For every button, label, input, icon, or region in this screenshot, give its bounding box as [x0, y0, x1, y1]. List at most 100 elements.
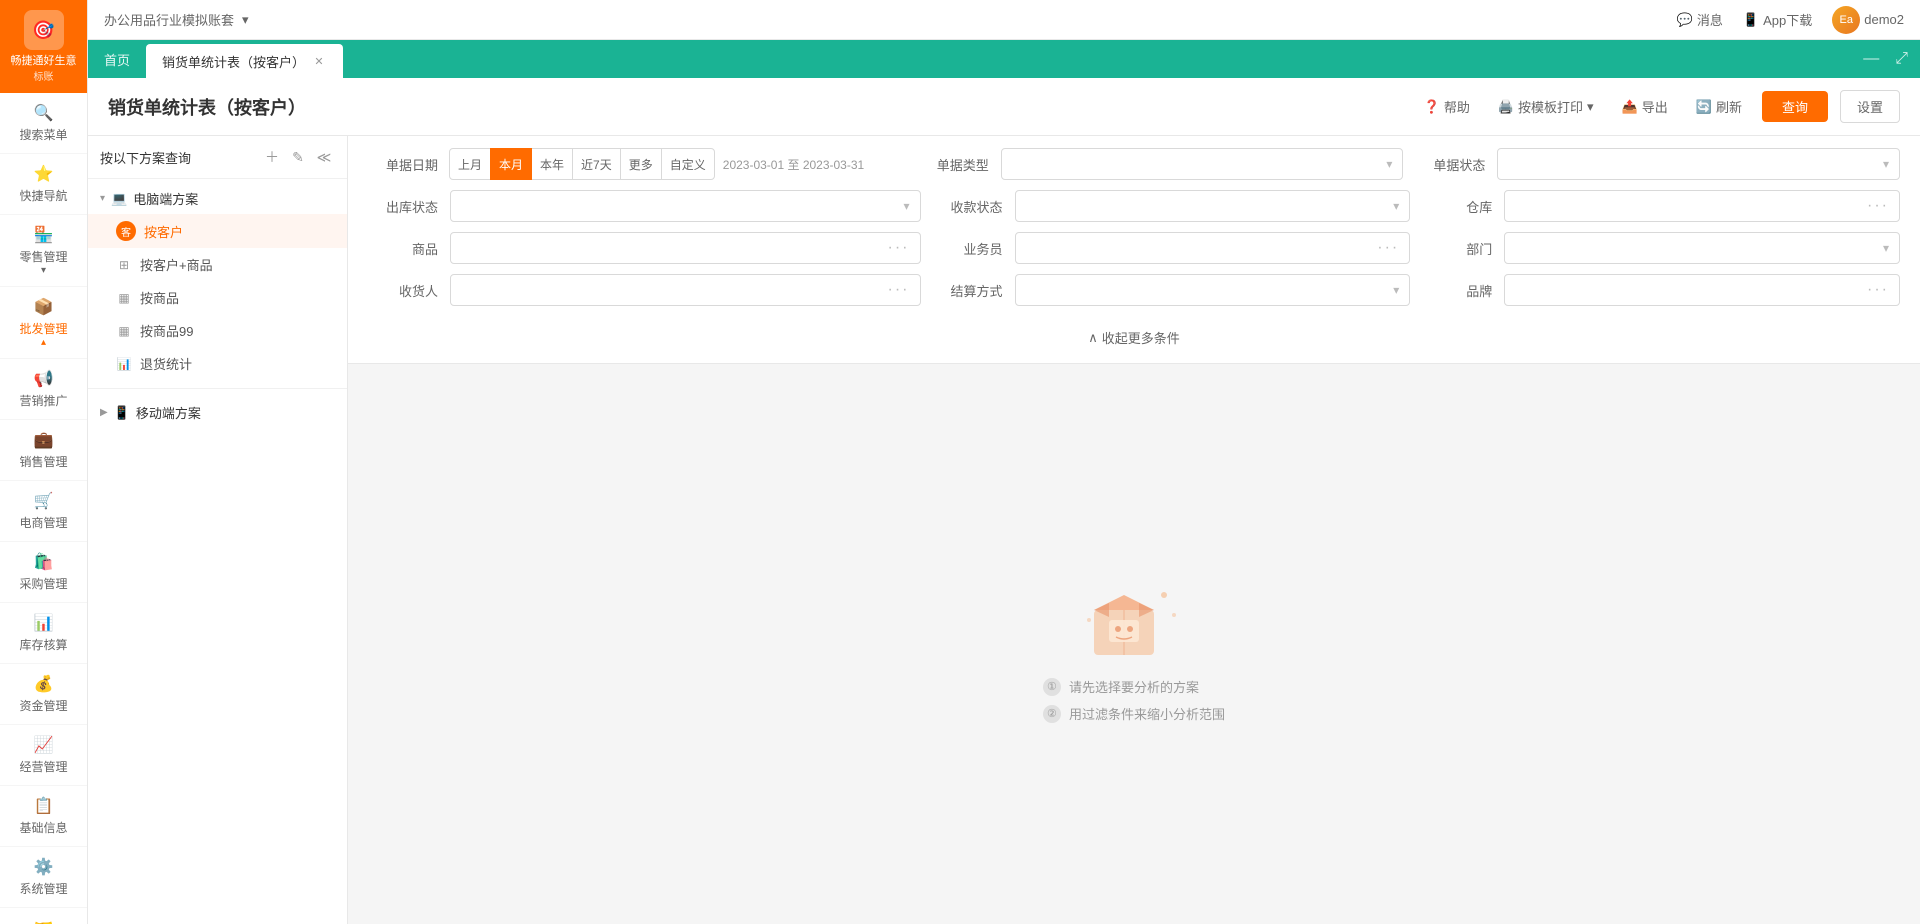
- message-label: 消息: [1697, 10, 1723, 29]
- out-status-control[interactable]: ▾: [450, 190, 921, 222]
- tab-close-btn[interactable]: ✕: [311, 53, 327, 69]
- scheme-item-by-product[interactable]: ▦ 按商品: [88, 281, 347, 314]
- export-btn[interactable]: 📤 导出: [1614, 93, 1676, 120]
- tab-home[interactable]: 首页: [88, 40, 146, 78]
- by-product-99-label: 按商品99: [140, 321, 193, 340]
- date-this-month-btn[interactable]: 本月: [490, 148, 532, 180]
- sidebar-item-purchase-label: 采购管理: [19, 575, 67, 592]
- help-btn[interactable]: ❓ 帮助: [1416, 93, 1478, 120]
- sidebar-item-retail[interactable]: 🏪 零售管理 ▾: [0, 215, 87, 287]
- scheme-collapse-btn[interactable]: ≪: [313, 146, 335, 168]
- date-quick-row: 上月 本月 本年 近7天 更多 自定义: [450, 148, 715, 180]
- receiver-control[interactable]: ···: [450, 274, 921, 306]
- receiver-label: 收货人: [368, 281, 438, 300]
- message-icon: 💬: [1677, 12, 1693, 28]
- logo-subtitle: 标账: [34, 68, 54, 83]
- page-header: 销货单统计表（按客户） ❓ 帮助 🖨️ 按模板打印 ▾ 📤 导出 🔄 刷新: [88, 78, 1920, 136]
- doc-status-control[interactable]: ▾: [1497, 148, 1900, 180]
- header-breadcrumb: 办公用品行业模拟账套 ▾: [104, 10, 249, 29]
- receiver-dots: ···: [888, 281, 910, 299]
- out-status-dropdown-icon: ▾: [903, 199, 909, 213]
- app-download-btn[interactable]: 📱 App下载: [1743, 10, 1812, 29]
- breadcrumb-arrow[interactable]: ▾: [242, 12, 249, 28]
- tab-maximize-btn[interactable]: ⤢: [1891, 46, 1912, 72]
- scheme-add-btn[interactable]: ＋: [261, 146, 283, 168]
- date-custom-btn[interactable]: 自定义: [661, 148, 715, 180]
- settle-method-dropdown-icon: ▾: [1393, 283, 1399, 297]
- app-logo: 🎯 畅捷通好生意 标账: [0, 0, 88, 93]
- retail-icon: 🏪: [34, 225, 54, 245]
- settings-btn[interactable]: 设置: [1840, 90, 1900, 123]
- date-this-year-btn[interactable]: 本年: [531, 148, 573, 180]
- salesperson-label: 业务员: [933, 239, 1003, 258]
- scheme-item-by-product-99[interactable]: ▦ 按商品99: [88, 314, 347, 347]
- department-dropdown-icon: ▾: [1883, 241, 1889, 255]
- sidebar-item-sales[interactable]: 💼 销售管理: [0, 420, 87, 481]
- doc-type-control[interactable]: ▾: [1001, 148, 1404, 180]
- salesperson-control[interactable]: ···: [1015, 232, 1411, 264]
- logo-icon: 🎯: [24, 10, 64, 50]
- date-last-7-btn[interactable]: 近7天: [572, 148, 621, 180]
- export-icon: 📤: [1622, 99, 1638, 115]
- collect-status-dropdown-icon: ▾: [1393, 199, 1399, 213]
- sidebar-item-marketing[interactable]: 📢 营销推广: [0, 359, 87, 420]
- doc-status-dropdown-icon: ▾: [1883, 157, 1889, 171]
- tab-sales-stats[interactable]: 销货单统计表（按客户） ✕: [146, 44, 343, 78]
- sidebar-item-ecommerce[interactable]: 🛒 电商管理: [0, 481, 87, 542]
- scheme-group-desktop-header[interactable]: ▾ 💻 电脑端方案: [88, 183, 347, 214]
- sidebar-item-finance[interactable]: 💰 资金管理: [0, 664, 87, 725]
- message-btn[interactable]: 💬 消息: [1677, 10, 1723, 29]
- return-stats-icon: 📊: [116, 356, 132, 372]
- tab-minimize-btn[interactable]: —: [1859, 46, 1883, 72]
- collapse-icon: ∧: [1088, 330, 1098, 346]
- sidebar-item-quicknav[interactable]: ⭐ 快捷导航: [0, 154, 87, 215]
- wholesale-icon: 📦: [34, 297, 54, 317]
- scheme-panel-header: 按以下方案查询 ＋ ✎ ≪: [88, 136, 347, 179]
- warehouse-control[interactable]: ···: [1504, 190, 1900, 222]
- sidebar-item-purchase[interactable]: 🛍️ 采购管理: [0, 542, 87, 603]
- sidebar-item-wholesale[interactable]: 📦 批发管理 ▴: [0, 287, 87, 359]
- scheme-divider: [88, 388, 347, 389]
- collapse-btn[interactable]: ∧ 收起更多条件: [1076, 324, 1192, 351]
- scheme-item-by-customer[interactable]: 客 按客户: [88, 214, 347, 248]
- user-menu[interactable]: Ea demo2: [1832, 6, 1904, 34]
- date-last-month-btn[interactable]: 上月: [449, 148, 491, 180]
- sidebar-item-operations[interactable]: 📈 经营管理: [0, 725, 87, 786]
- product-control[interactable]: ···: [450, 232, 921, 264]
- sidebar-item-operations-label: 经营管理: [19, 758, 67, 775]
- empty-tip-1: ① 请先选择要分析的方案: [1043, 677, 1225, 696]
- sidebar-item-enterprise[interactable]: 🤝 企业协同: [0, 908, 87, 924]
- collect-status-label: 收款状态: [933, 197, 1003, 216]
- sidebar-item-ecommerce-label: 电商管理: [19, 514, 67, 531]
- refresh-btn[interactable]: 🔄 刷新: [1688, 93, 1750, 120]
- collapse-row: ∧ 收起更多条件: [368, 316, 1900, 351]
- sidebar-item-system[interactable]: ⚙️ 系统管理: [0, 847, 87, 908]
- doc-status-label: 单据状态: [1415, 155, 1485, 174]
- help-icon: ❓: [1424, 99, 1440, 115]
- doc-type-label: 单据类型: [919, 155, 989, 174]
- sidebar-item-inventory-label: 库存核算: [19, 636, 67, 653]
- print-btn[interactable]: 🖨️ 按模板打印 ▾: [1490, 93, 1602, 120]
- desktop-group-arrow: ▾: [100, 193, 105, 204]
- date-more-btn[interactable]: 更多: [620, 148, 662, 180]
- scheme-group-mobile-header[interactable]: ▶ 📱 移动端方案: [88, 397, 347, 428]
- sidebar-item-inventory[interactable]: 📊 库存核算: [0, 603, 87, 664]
- scheme-item-return-stats[interactable]: 📊 退货统计: [88, 347, 347, 380]
- sidebar-item-basic[interactable]: 📋 基础信息: [0, 786, 87, 847]
- sidebar-item-search[interactable]: 🔍 搜索菜单: [0, 93, 87, 154]
- brand-control[interactable]: ···: [1504, 274, 1900, 306]
- scheme-panel-title: 按以下方案查询: [100, 148, 191, 167]
- page-actions: ❓ 帮助 🖨️ 按模板打印 ▾ 📤 导出 🔄 刷新 查询 设置: [1416, 90, 1900, 123]
- collect-status-control[interactable]: ▾: [1015, 190, 1411, 222]
- settle-method-control[interactable]: ▾: [1015, 274, 1411, 306]
- query-btn[interactable]: 查询: [1762, 91, 1828, 122]
- marketing-icon: 📢: [34, 369, 54, 389]
- filter-row-1: 单据日期 上月 本月 本年 近7天 更多 自定义 2023-03-01 至 20…: [368, 148, 1900, 180]
- scheme-item-by-customer-product[interactable]: ⊞ 按客户+商品: [88, 248, 347, 281]
- sidebar-item-finance-label: 资金管理: [19, 697, 67, 714]
- sidebar-item-quicknav-label: 快捷导航: [19, 187, 67, 204]
- department-control[interactable]: ▾: [1504, 232, 1900, 264]
- scheme-edit-btn[interactable]: ✎: [287, 146, 309, 168]
- warehouse-label: 仓库: [1422, 197, 1492, 216]
- by-customer-label: 按客户: [144, 222, 183, 241]
